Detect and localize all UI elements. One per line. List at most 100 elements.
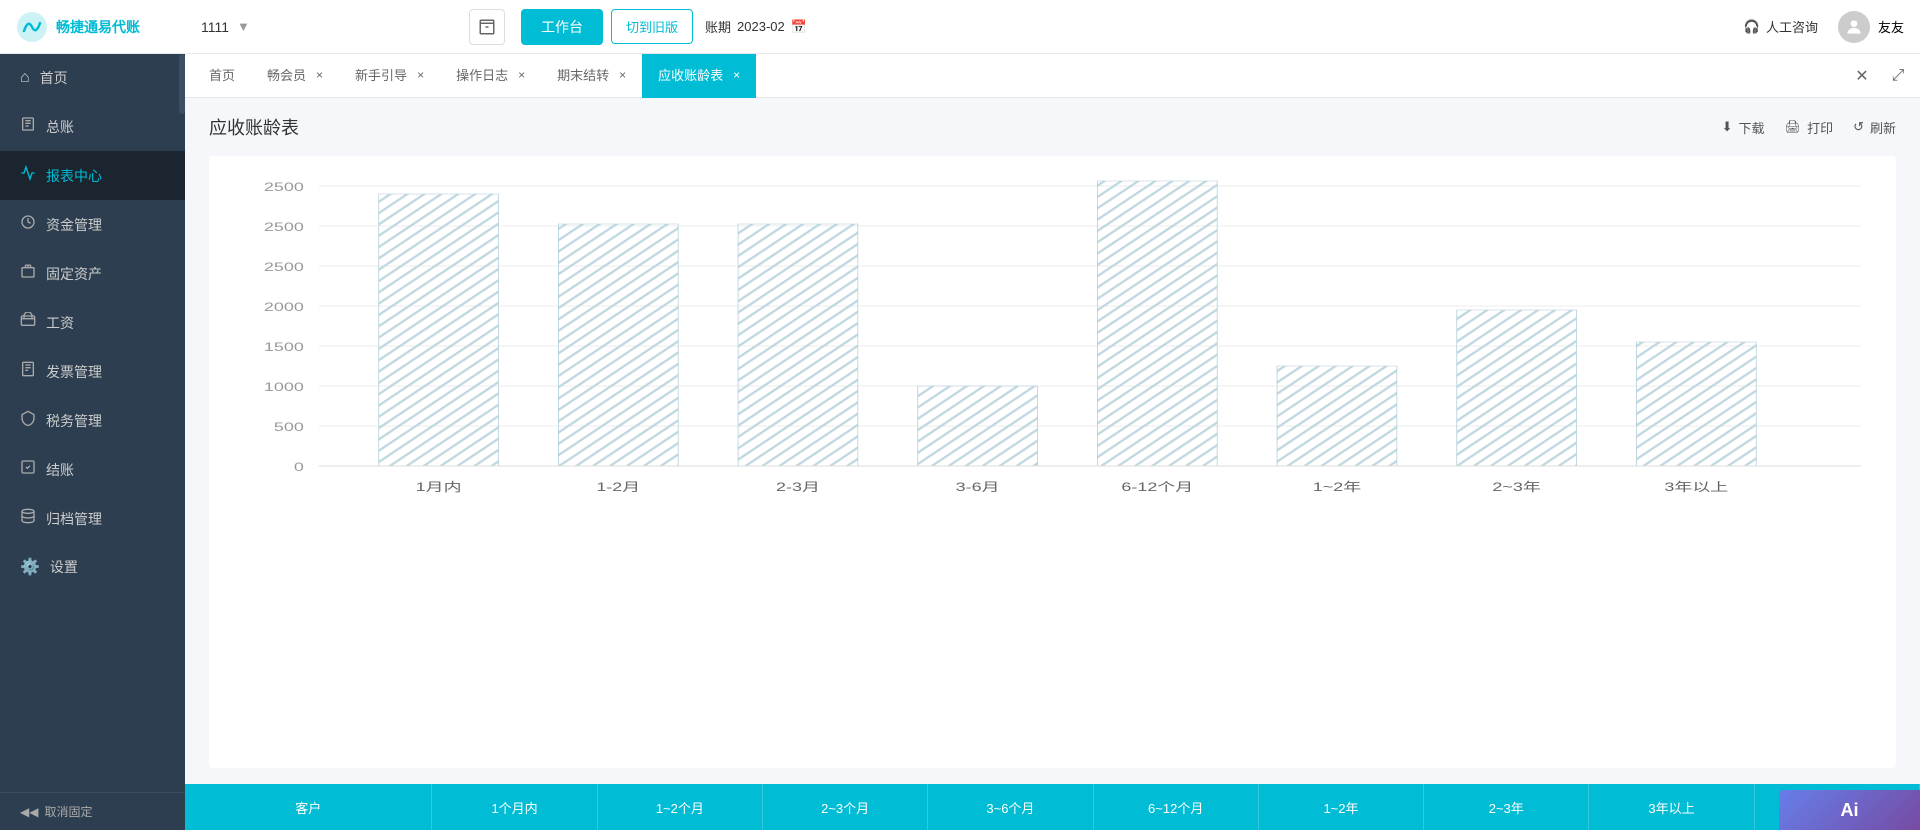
period-value: 2023-02: [737, 19, 785, 34]
sidebar-item-label: 报表中心: [46, 166, 102, 186]
user-area[interactable]: 友友: [1838, 11, 1904, 43]
content-area: 首页 畅会员 × 新手引导 × 操作日志 × 期末结转 × 应收账龄表 ×: [185, 54, 1920, 830]
svg-text:500: 500: [274, 421, 304, 434]
tab-label: 操作日志: [456, 65, 508, 84]
download-label: 下载: [1739, 118, 1765, 137]
settings-icon: ⚙️: [20, 557, 40, 577]
header-right: 🎧 人工咨询 友友: [1744, 11, 1904, 43]
col-label: 3~6个月: [986, 798, 1034, 817]
period-area: 账期 2023-02 📅: [705, 17, 807, 36]
sidebar-item-label: 设置: [50, 557, 78, 577]
tab-period-end[interactable]: 期末结转 ×: [541, 54, 642, 98]
logo-area: 畅捷通易代账: [16, 11, 201, 43]
pin-icon: ◀◀: [20, 805, 38, 819]
tab-close-icon[interactable]: ×: [518, 68, 525, 82]
sidebar-item-label: 发票管理: [46, 362, 102, 382]
print-icon: 🖨: [1785, 119, 1802, 135]
tab-home[interactable]: 首页: [193, 54, 251, 98]
col-label: 1个月内: [491, 798, 537, 817]
sidebar: ⌂ 首页 总账 报表中心 资金管理 固定资产: [0, 54, 185, 830]
col-3-6month: 3~6个月: [928, 784, 1093, 830]
tax-icon: [20, 410, 36, 431]
col-label: 2~3年: [1489, 798, 1524, 817]
sidebar-item-salary[interactable]: 工资: [0, 298, 185, 347]
tab-close-icon[interactable]: ×: [733, 68, 740, 82]
invoice-icon: [20, 361, 36, 382]
col-2-3year: 2~3年: [1424, 784, 1589, 830]
page-actions: ⬇ 下载 🖨 打印 ↺ 刷新: [1722, 118, 1896, 137]
sidebar-item-archive[interactable]: 归档管理: [0, 494, 185, 543]
col-label: 3年以上: [1648, 798, 1694, 817]
svg-text:2~3年: 2~3年: [1492, 481, 1540, 494]
tab-guide[interactable]: 新手引导 ×: [339, 54, 440, 98]
period-label: 账期: [705, 17, 731, 36]
svg-text:1500: 1500: [264, 341, 304, 354]
sidebar-item-checkout[interactable]: 结账: [0, 445, 185, 494]
col-2-3month: 2~3个月: [763, 784, 928, 830]
svg-text:3年以上: 3年以上: [1664, 481, 1728, 494]
col-label: 1~2年: [1323, 798, 1358, 817]
sidebar-item-label: 总账: [46, 117, 74, 137]
switch-old-button[interactable]: 切到旧版: [611, 9, 693, 44]
company-dropdown-icon[interactable]: ▼: [237, 19, 250, 34]
ai-badge[interactable]: Ai: [1779, 790, 1920, 830]
bar-chart: 0 500 1000 1500 2000 2500 2500 2500: [229, 176, 1876, 516]
maximize-tab-button[interactable]: ⤢: [1884, 62, 1912, 90]
sidebar-item-assets[interactable]: 固定资产: [0, 249, 185, 298]
funds-icon: [20, 214, 36, 235]
svg-text:1~2年: 1~2年: [1313, 481, 1361, 494]
tab-aging[interactable]: 应收账龄表 ×: [642, 54, 756, 98]
svg-text:2-3月: 2-3月: [776, 481, 820, 494]
tab-member[interactable]: 畅会员 ×: [251, 54, 339, 98]
print-button[interactable]: 🖨 打印: [1785, 118, 1834, 137]
sidebar-item-label: 归档管理: [46, 509, 102, 529]
svg-text:1000: 1000: [264, 381, 304, 394]
tab-log[interactable]: 操作日志 ×: [440, 54, 541, 98]
refresh-label: 刷新: [1870, 118, 1896, 137]
logo-icon: [16, 11, 48, 43]
col-label: 2~3个月: [821, 798, 869, 817]
sidebar-item-label: 工资: [46, 313, 74, 333]
archive-button[interactable]: [469, 9, 505, 45]
col-1-2year: 1~2年: [1259, 784, 1424, 830]
print-label: 打印: [1807, 118, 1833, 137]
chart-container: 0 500 1000 1500 2000 2500 2500 2500: [209, 156, 1896, 768]
col-1-2month: 1~2个月: [598, 784, 763, 830]
pin-label: 取消固定: [44, 803, 92, 820]
close-tab-button[interactable]: ✕: [1848, 62, 1876, 90]
checkout-icon: [20, 459, 36, 480]
col-3year-plus: 3年以上: [1589, 784, 1754, 830]
company-selector: 1111 ▼: [201, 19, 461, 35]
assets-icon: [20, 263, 36, 284]
tab-close-icon[interactable]: ×: [417, 68, 424, 82]
sidebar-item-reports[interactable]: 报表中心: [0, 151, 185, 200]
sidebar-item-home[interactable]: ⌂ 首页: [0, 54, 185, 102]
calendar-icon[interactable]: 📅: [791, 19, 807, 35]
tab-close-icon[interactable]: ×: [619, 68, 626, 82]
tab-label: 新手引导: [355, 65, 407, 84]
app-name: 畅捷通易代账: [56, 17, 140, 37]
download-button[interactable]: ⬇ 下载: [1722, 118, 1765, 137]
archive-mgmt-icon: [20, 508, 36, 529]
svg-text:1月内: 1月内: [416, 481, 462, 494]
refresh-button[interactable]: ↺ 刷新: [1853, 118, 1896, 137]
svg-text:2500: 2500: [264, 181, 304, 194]
col-6-12month: 6~12个月: [1094, 784, 1259, 830]
table-header: 客户 1个月内 1~2个月 2~3个月 3~6个月 6~12个月 1~2年 2~…: [185, 784, 1920, 830]
sidebar-item-funds[interactable]: 资金管理: [0, 200, 185, 249]
col-label: 6~12个月: [1148, 798, 1203, 817]
avatar: [1838, 11, 1870, 43]
sidebar-item-label: 首页: [40, 68, 68, 88]
sidebar-item-settings[interactable]: ⚙️ 设置: [0, 543, 185, 591]
sidebar-item-invoice[interactable]: 发票管理: [0, 347, 185, 396]
svg-text:0: 0: [294, 461, 304, 474]
tab-close-icon[interactable]: ×: [316, 68, 323, 82]
sidebar-item-ledger[interactable]: 总账: [0, 102, 185, 151]
main-layout: ⌂ 首页 总账 报表中心 资金管理 固定资产: [0, 54, 1920, 830]
sidebar-item-tax[interactable]: 税务管理: [0, 396, 185, 445]
salary-icon: [20, 312, 36, 333]
workbench-button[interactable]: 工作台: [521, 9, 603, 45]
consult-button[interactable]: 🎧 人工咨询: [1744, 17, 1818, 36]
tab-actions: ✕ ⤢: [1848, 62, 1912, 90]
pin-toggle[interactable]: ◀◀ 取消固定: [0, 792, 185, 830]
